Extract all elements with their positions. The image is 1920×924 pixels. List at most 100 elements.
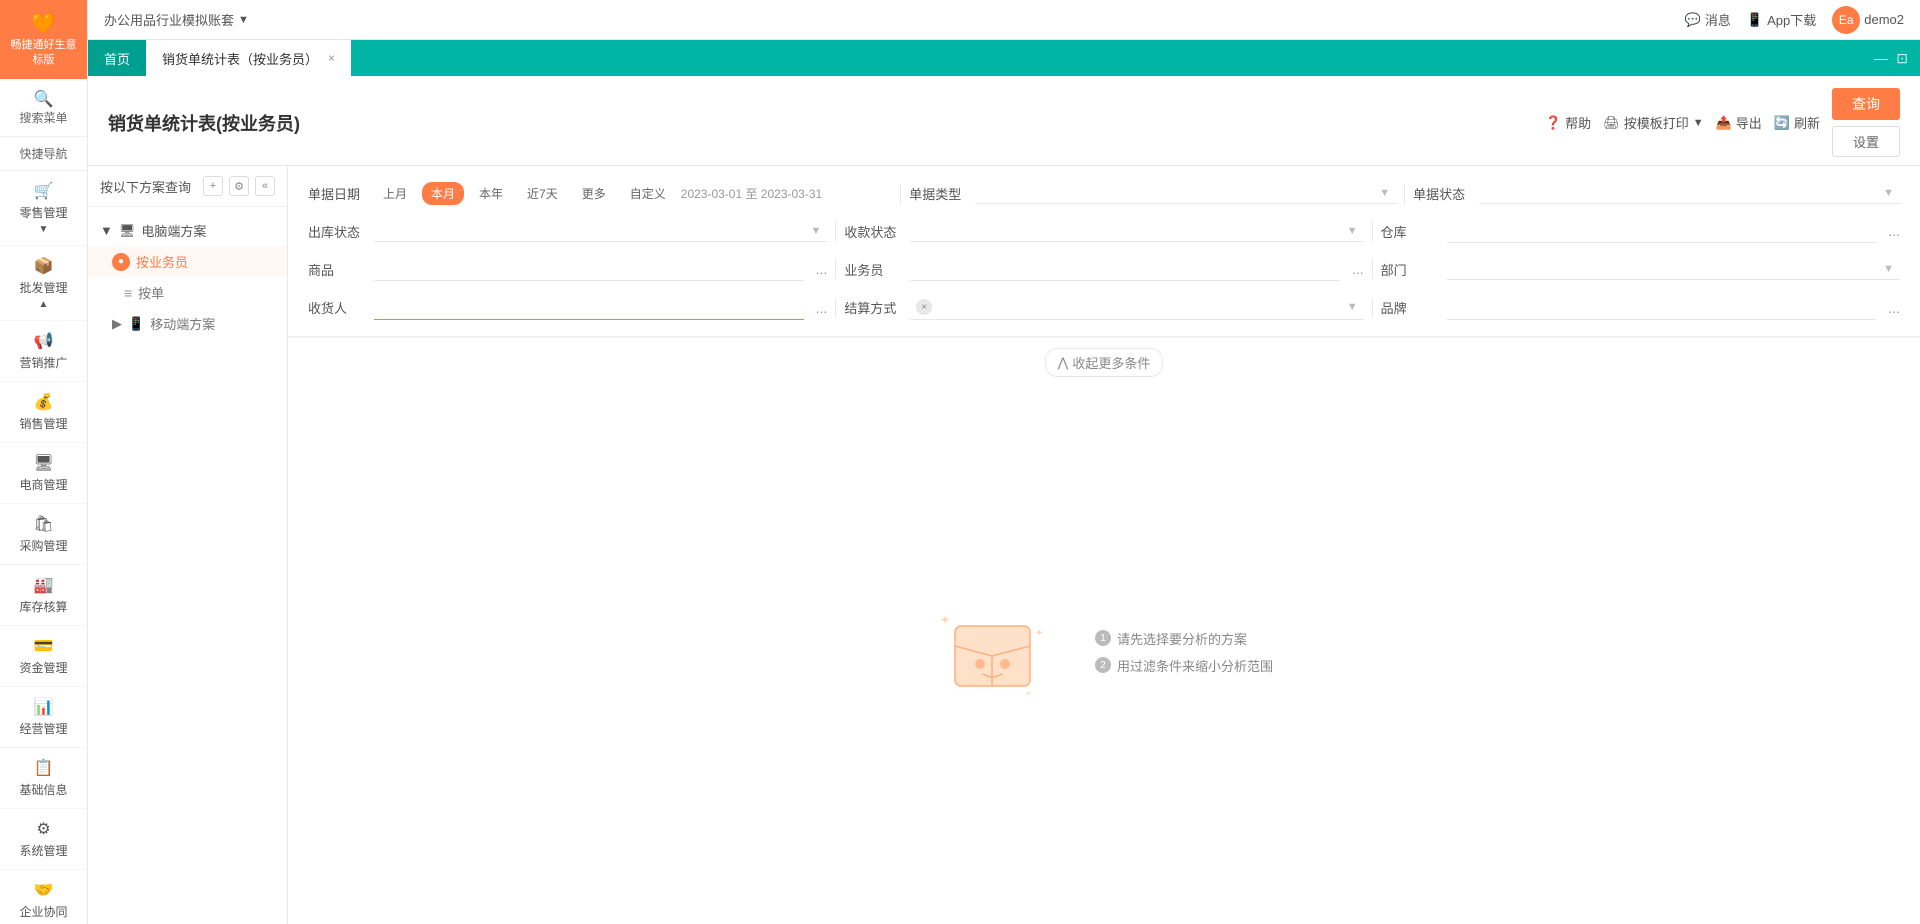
mobile-group-header[interactable]: ▶ 📱 移动端方案 <box>88 308 287 339</box>
pc-group-label: 电脑端方案 <box>141 221 206 240</box>
operations-label: 经营管理 <box>19 720 67 737</box>
sidebar-item-purchase[interactable]: 🛍 采购管理 <box>0 504 87 565</box>
filter-area: 单据日期 上月 本月 本年 近7天 更多 自定义 2023-03-01 至 20… <box>288 166 1920 337</box>
filter-row-3: 商品 ... 业务员 ... 部门 <box>308 257 1900 281</box>
sidebar-item-marketing[interactable]: 📢 营销推广 <box>0 321 87 382</box>
date-btn-7days[interactable]: 近7天 <box>518 182 567 205</box>
avatar-text: Ea <box>1839 13 1854 27</box>
date-btn-custom[interactable]: 自定义 <box>621 182 675 205</box>
app-logo[interactable]: 🧡 畅捷通好生意 标版 <box>0 0 87 79</box>
add-scheme-button[interactable]: + <box>203 176 223 196</box>
sidebar-item-sales[interactable]: 💰 销售管理 <box>0 382 87 443</box>
salesman-dots[interactable]: ... <box>1352 261 1364 277</box>
message-button[interactable]: 💬 消息 <box>1685 10 1731 29</box>
finance-icon: 💳 <box>34 636 54 656</box>
maximize-button[interactable]: ⊡ <box>1896 50 1908 67</box>
tree-item-salesperson-label: 按业务员 <box>136 252 188 271</box>
hint-num-1: 1 <box>1095 630 1111 646</box>
collapse-label: 收起更多条件 <box>1072 353 1150 372</box>
filter-item-consignee: 收货人 ... <box>308 296 827 320</box>
enterprise-label: 企业协同 <box>19 903 67 920</box>
sidebar-search[interactable]: 🔍 搜索菜单 <box>0 79 87 137</box>
dept-select[interactable]: ▼ <box>1447 259 1900 280</box>
query-button[interactable]: 查询 <box>1832 88 1900 120</box>
docstatus-select[interactable]: ▼ <box>1479 183 1900 204</box>
system-label: 系统管理 <box>19 842 67 859</box>
date-btn-this-year[interactable]: 本年 <box>470 182 512 205</box>
filter-item-goods: 商品 ... <box>308 257 827 281</box>
collapse-conditions-button[interactable]: ⋀ 收起更多条件 <box>1045 348 1164 377</box>
refresh-button[interactable]: 🔄 刷新 <box>1774 113 1820 132</box>
collectstatus-select[interactable]: ▼ <box>910 221 1363 242</box>
sidebar-item-basicinfo[interactable]: 📋 基础信息 <box>0 748 87 809</box>
filter-item-brand: 品牌 ... <box>1381 296 1900 320</box>
export-label: 导出 <box>1736 113 1762 132</box>
goods-dots[interactable]: ... <box>816 261 828 277</box>
header-right: 💬 消息 📱 App下载 Ea demo2 <box>1685 6 1904 34</box>
consignee-input[interactable] <box>374 296 804 320</box>
date-btn-this-month[interactable]: 本月 <box>422 182 464 205</box>
tree-sub-item-order[interactable]: ≡ 按单 <box>88 277 287 308</box>
print-label: 按模板打印 <box>1624 113 1689 132</box>
tab-close-icon[interactable]: × <box>328 51 335 65</box>
settle-clear-button[interactable]: × <box>916 299 932 315</box>
scheme-settings-button[interactable]: ⚙ <box>229 176 249 196</box>
app-download-button[interactable]: 📱 App下载 <box>1747 10 1816 29</box>
date-filter: 上月 本月 本年 近7天 更多 自定义 2023-03-01 至 2023-03… <box>374 182 892 205</box>
sidebar-item-ecommerce[interactable]: 🖥 电商管理 <box>0 443 87 504</box>
sidebar-item-operations[interactable]: 📊 经营管理 <box>0 687 87 748</box>
brand-input[interactable] <box>1447 296 1877 320</box>
sidebar-item-finance[interactable]: 💳 资金管理 <box>0 626 87 687</box>
help-link[interactable]: ❓ 帮助 <box>1545 113 1591 132</box>
tab-active[interactable]: 销货单统计表（按业务员） × <box>146 40 351 76</box>
app-download-label: App下载 <box>1767 10 1816 29</box>
warehouse-dots[interactable]: ... <box>1888 223 1900 239</box>
wholesale-icon: 📦 <box>34 256 54 276</box>
brand-dots[interactable]: ... <box>1888 300 1900 316</box>
date-btn-last-month[interactable]: 上月 <box>374 182 416 205</box>
pc-group-icon: 🖥 <box>119 223 136 239</box>
page-title: 销货单统计表(按业务员) <box>108 110 300 136</box>
panel-header-icons: + ⚙ « <box>203 176 275 196</box>
pc-group-header[interactable]: ▼ 🖥 电脑端方案 <box>88 215 287 246</box>
sidebar-item-enterprise[interactable]: 🤝 企业协同 <box>0 870 87 924</box>
ecommerce-label: 电商管理 <box>19 476 67 493</box>
user-menu[interactable]: Ea demo2 <box>1832 6 1904 34</box>
marketing-icon: 📢 <box>34 331 54 351</box>
sidebar-item-retail[interactable]: 🛒 零售管理 ▼ <box>0 171 87 246</box>
sidebar-item-system[interactable]: ⚙ 系统管理 <box>0 809 87 870</box>
company-selector[interactable]: 办公用品行业模拟账套 ▼ <box>104 10 249 29</box>
filter-item-dept: 部门 ▼ <box>1381 259 1900 280</box>
inventory-label: 库存核算 <box>19 598 67 615</box>
outstatus-select[interactable]: ▼ <box>374 221 827 242</box>
warehouse-input[interactable] <box>1447 219 1877 243</box>
salesman-input[interactable] <box>910 257 1340 281</box>
doctype-select[interactable]: ▼ <box>975 183 1396 204</box>
print-button[interactable]: 🖨 按模板打印 ▼ <box>1603 113 1703 132</box>
goods-label: 商品 <box>308 260 366 279</box>
export-button[interactable]: 📤 导出 <box>1716 113 1762 132</box>
warehouse-label: 仓库 <box>1381 222 1439 241</box>
consignee-dots[interactable]: ... <box>816 300 828 316</box>
filter-item-doctype: 单据类型 ▼ <box>909 183 1396 204</box>
wholesale-expand-icon: ▲ <box>39 299 49 310</box>
filter-row-2: 出库状态 ▼ 收款状态 ▼ <box>308 219 1900 243</box>
mobile-group-icon: 📱 <box>128 316 144 332</box>
tab-actions: — ⊡ <box>1862 40 1920 76</box>
tab-home[interactable]: 首页 <box>88 40 146 76</box>
quick-nav[interactable]: 快捷导航 <box>0 137 87 171</box>
sidebar-item-wholesale[interactable]: 📦 批发管理 ▲ <box>0 246 87 321</box>
sidebar-item-inventory[interactable]: 🏭 库存核算 <box>0 565 87 626</box>
goods-input[interactable] <box>374 257 804 281</box>
dept-dropdown-icon: ▼ <box>1883 263 1894 275</box>
settle-select[interactable]: × ▼ <box>910 295 1363 320</box>
sales-label: 销售管理 <box>19 415 67 432</box>
svg-text:✦: ✦ <box>1035 628 1043 639</box>
retail-icon: 🛒 <box>34 181 54 201</box>
settings-button[interactable]: 设置 <box>1832 126 1900 157</box>
tree-item-salesperson[interactable]: ● 按业务员 <box>88 246 287 277</box>
date-range-text: 2023-03-01 至 2023-03-31 <box>681 185 822 202</box>
date-btn-more[interactable]: 更多 <box>573 182 615 205</box>
minimize-button[interactable]: — <box>1874 50 1888 66</box>
collapse-panel-button[interactable]: « <box>255 176 275 196</box>
